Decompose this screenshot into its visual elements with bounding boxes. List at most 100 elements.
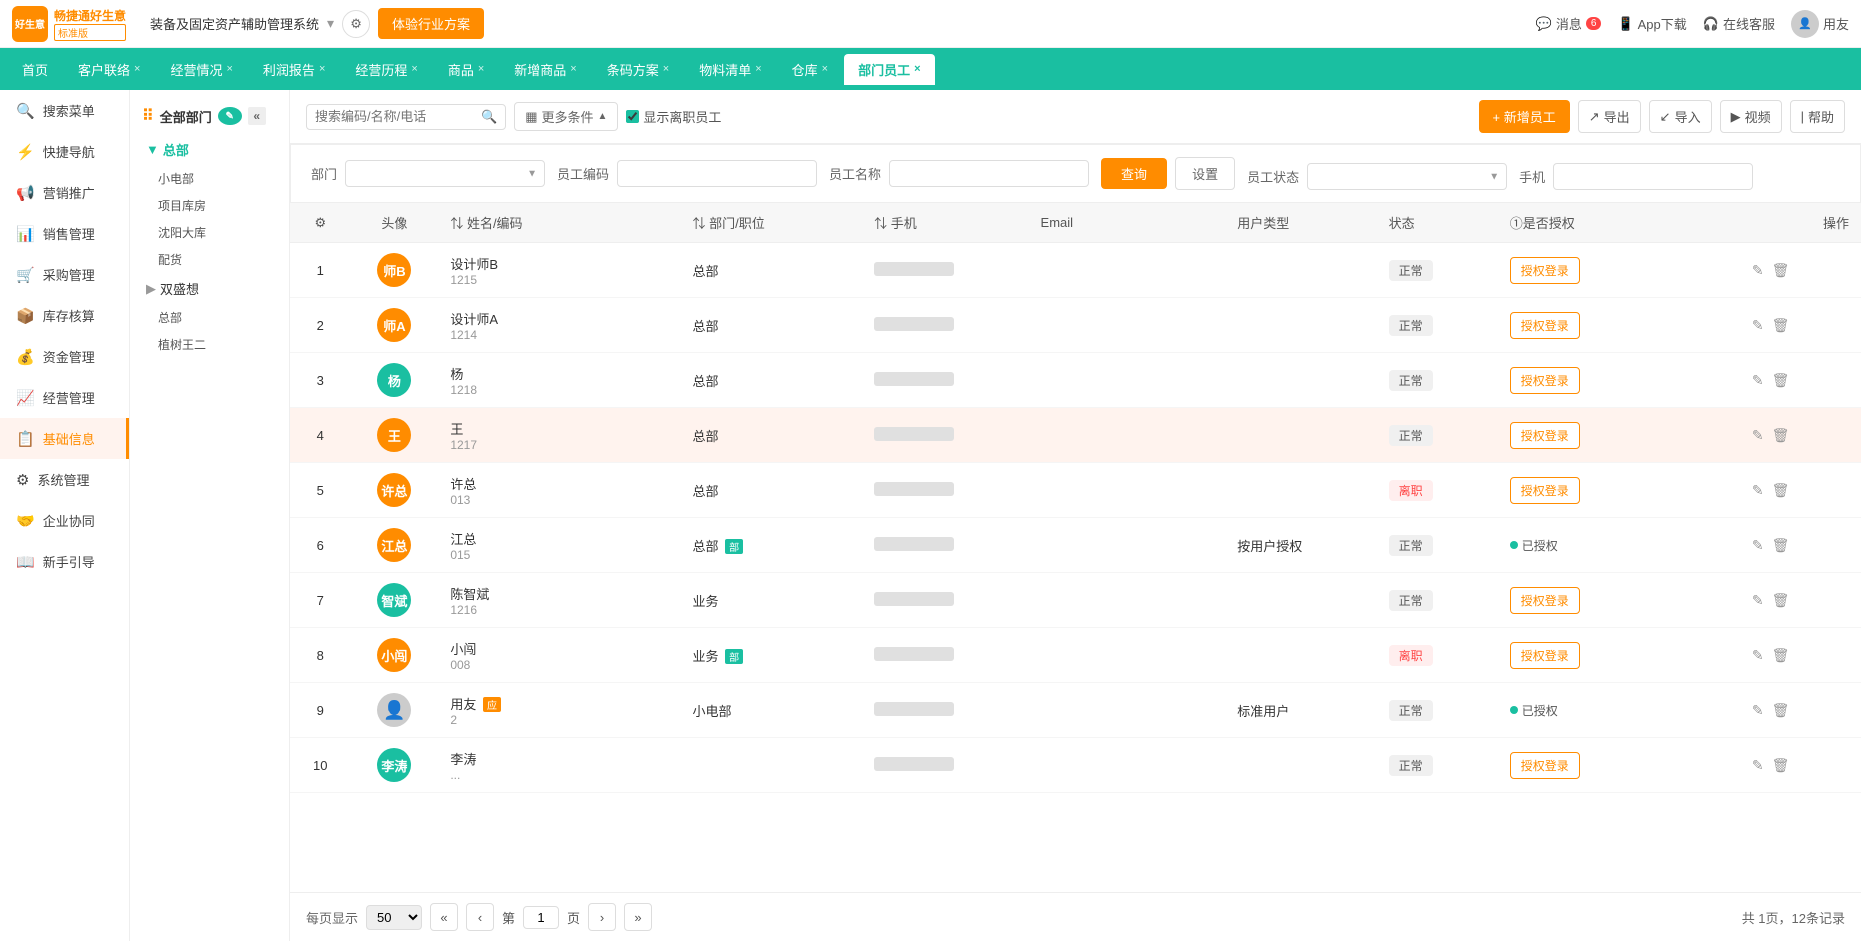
- tab-close-icon[interactable]: ×: [914, 63, 920, 75]
- sidebar-item-stock[interactable]: 📦 库存核算: [0, 295, 129, 336]
- empstatus-select[interactable]: [1307, 163, 1507, 190]
- delete-icon[interactable]: 🗑: [1772, 592, 1790, 609]
- next-page-button[interactable]: ›: [588, 903, 616, 931]
- sidebar-item-system[interactable]: ⚙ 系统管理: [0, 459, 129, 500]
- sidebar-item-nav[interactable]: ⚡ 快捷导航: [0, 131, 129, 172]
- message-button[interactable]: 💬 消息 6: [1536, 14, 1602, 33]
- auth-login-button[interactable]: 授权登录: [1510, 477, 1580, 504]
- col-name[interactable]: ⇅ 姓名/编码: [438, 203, 680, 243]
- dept-edit-icon[interactable]: ✎: [218, 107, 242, 125]
- delete-icon[interactable]: 🗑: [1772, 427, 1790, 444]
- tab-close-icon[interactable]: ×: [570, 63, 576, 75]
- nav-tab-部门员工[interactable]: 部门员工×: [844, 54, 934, 85]
- edit-icon[interactable]: ✎: [1752, 647, 1764, 664]
- set-button[interactable]: 设置: [1175, 157, 1235, 190]
- sidebar-item-base[interactable]: 📋 基础信息: [0, 418, 129, 459]
- import-button[interactable]: ↙ 导入: [1649, 100, 1712, 133]
- delete-icon[interactable]: 🗑: [1772, 262, 1790, 279]
- empcode-input[interactable]: [617, 160, 817, 187]
- video-button[interactable]: ▶ 视频: [1720, 100, 1782, 133]
- sidebar-item-purchase[interactable]: 🛒 采购管理: [0, 254, 129, 295]
- tab-close-icon[interactable]: ×: [755, 63, 761, 75]
- delete-icon[interactable]: 🗑: [1772, 647, 1790, 664]
- sidebar-item-guide[interactable]: 📖 新手引导: [0, 541, 129, 582]
- col-dept[interactable]: ⇅ 部门/职位: [680, 203, 862, 243]
- tab-close-icon[interactable]: ×: [319, 63, 325, 75]
- first-page-button[interactable]: «: [430, 903, 458, 931]
- edit-icon[interactable]: ✎: [1752, 482, 1764, 499]
- delete-icon[interactable]: 🗑: [1772, 757, 1790, 774]
- tab-close-icon[interactable]: ×: [134, 63, 140, 75]
- nav-tab-首页[interactable]: 首页: [8, 54, 62, 85]
- dept-child-zongbu[interactable]: 总部: [130, 304, 289, 331]
- edit-icon[interactable]: ✎: [1752, 262, 1764, 279]
- col-settings[interactable]: ⚙: [290, 203, 351, 243]
- nav-tab-经营历程[interactable]: 经营历程×: [341, 54, 431, 85]
- sidebar-item-sales[interactable]: 📊 销售管理: [0, 213, 129, 254]
- tab-close-icon[interactable]: ×: [226, 63, 232, 75]
- auth-login-button[interactable]: 授权登录: [1510, 312, 1580, 339]
- dept-node-shuangshengxiang[interactable]: ▶ 双盛想: [130, 273, 289, 304]
- nav-tab-经营情况[interactable]: 经营情况×: [156, 54, 246, 85]
- auth-login-button[interactable]: 授权登录: [1510, 752, 1580, 779]
- nav-tab-商品[interactable]: 商品×: [434, 54, 498, 85]
- search-input[interactable]: [315, 109, 475, 124]
- nav-tab-客户联络[interactable]: 客户联络×: [64, 54, 154, 85]
- dept-child-shenyangdaku[interactable]: 沈阳大库: [130, 219, 289, 246]
- auth-login-button[interactable]: 授权登录: [1510, 257, 1580, 284]
- auth-login-button[interactable]: 授权登录: [1510, 642, 1580, 669]
- nav-tab-仓库[interactable]: 仓库×: [778, 54, 842, 85]
- query-button[interactable]: 查询: [1101, 158, 1167, 189]
- edit-icon[interactable]: ✎: [1752, 317, 1764, 334]
- delete-icon[interactable]: 🗑: [1772, 372, 1790, 389]
- app-download-button[interactable]: 📱 App下载: [1617, 14, 1686, 33]
- show-resign-checkbox[interactable]: [626, 110, 639, 123]
- sidebar-item-cooperate[interactable]: 🤝 企业协同: [0, 500, 129, 541]
- tab-close-icon[interactable]: ×: [478, 63, 484, 75]
- tab-close-icon[interactable]: ×: [663, 63, 669, 75]
- col-phone[interactable]: ⇅ 手机: [862, 203, 1028, 243]
- sidebar-item-marketing[interactable]: 📢 营销推广: [0, 172, 129, 213]
- delete-icon[interactable]: 🗑: [1772, 537, 1790, 554]
- delete-icon[interactable]: 🗑: [1772, 317, 1790, 334]
- empname-input[interactable]: [889, 160, 1089, 187]
- more-filter-button[interactable]: ▦ 更多条件 ▲: [514, 102, 618, 131]
- nav-tab-新增商品[interactable]: 新增商品×: [500, 54, 590, 85]
- sidebar-item-search[interactable]: 🔍 搜索菜单: [0, 90, 129, 131]
- dept-child-peihuo[interactable]: 配货: [130, 246, 289, 273]
- auth-login-button[interactable]: 授权登录: [1510, 367, 1580, 394]
- edit-icon[interactable]: ✎: [1752, 702, 1764, 719]
- dept-collapse-btn[interactable]: «: [248, 107, 266, 125]
- add-employee-button[interactable]: + 新增员工: [1479, 100, 1570, 133]
- tab-close-icon[interactable]: ×: [822, 63, 828, 75]
- dept-node-zongbu-parent[interactable]: ▼ 总部: [130, 134, 289, 165]
- dept-child-xiangmukufang[interactable]: 项目库房: [130, 192, 289, 219]
- edit-icon[interactable]: ✎: [1752, 537, 1764, 554]
- page-number-input[interactable]: [523, 906, 559, 929]
- online-service-button[interactable]: 🎧 在线客服: [1703, 14, 1775, 33]
- nav-tab-条码方案[interactable]: 条码方案×: [593, 54, 683, 85]
- edit-icon[interactable]: ✎: [1752, 592, 1764, 609]
- page-size-select[interactable]: 50 20 100: [366, 905, 422, 930]
- sidebar-item-operation[interactable]: 📈 经营管理: [0, 377, 129, 418]
- phone-input[interactable]: [1553, 163, 1753, 190]
- trial-button[interactable]: 体验行业方案: [378, 8, 484, 39]
- help-button[interactable]: | 帮助: [1790, 100, 1845, 133]
- settings-button[interactable]: ⚙: [342, 10, 370, 38]
- dept-child-zhishuwangsan[interactable]: 植树王二: [130, 331, 289, 358]
- export-button[interactable]: ↗ 导出: [1578, 100, 1641, 133]
- delete-icon[interactable]: 🗑: [1772, 482, 1790, 499]
- edit-icon[interactable]: ✎: [1752, 372, 1764, 389]
- nav-tab-利润报告[interactable]: 利润报告×: [249, 54, 339, 85]
- delete-icon[interactable]: 🗑: [1772, 702, 1790, 719]
- user-menu[interactable]: 👤 用友: [1791, 10, 1849, 38]
- nav-tab-物料清单[interactable]: 物料清单×: [685, 54, 775, 85]
- prev-page-button[interactable]: ‹: [466, 903, 494, 931]
- auth-login-button[interactable]: 授权登录: [1510, 587, 1580, 614]
- last-page-button[interactable]: »: [624, 903, 652, 931]
- sidebar-item-capital[interactable]: 💰 资金管理: [0, 336, 129, 377]
- auth-login-button[interactable]: 授权登录: [1510, 422, 1580, 449]
- edit-icon[interactable]: ✎: [1752, 427, 1764, 444]
- dept-child-xiaodibu[interactable]: 小电部: [130, 165, 289, 192]
- edit-icon[interactable]: ✎: [1752, 757, 1764, 774]
